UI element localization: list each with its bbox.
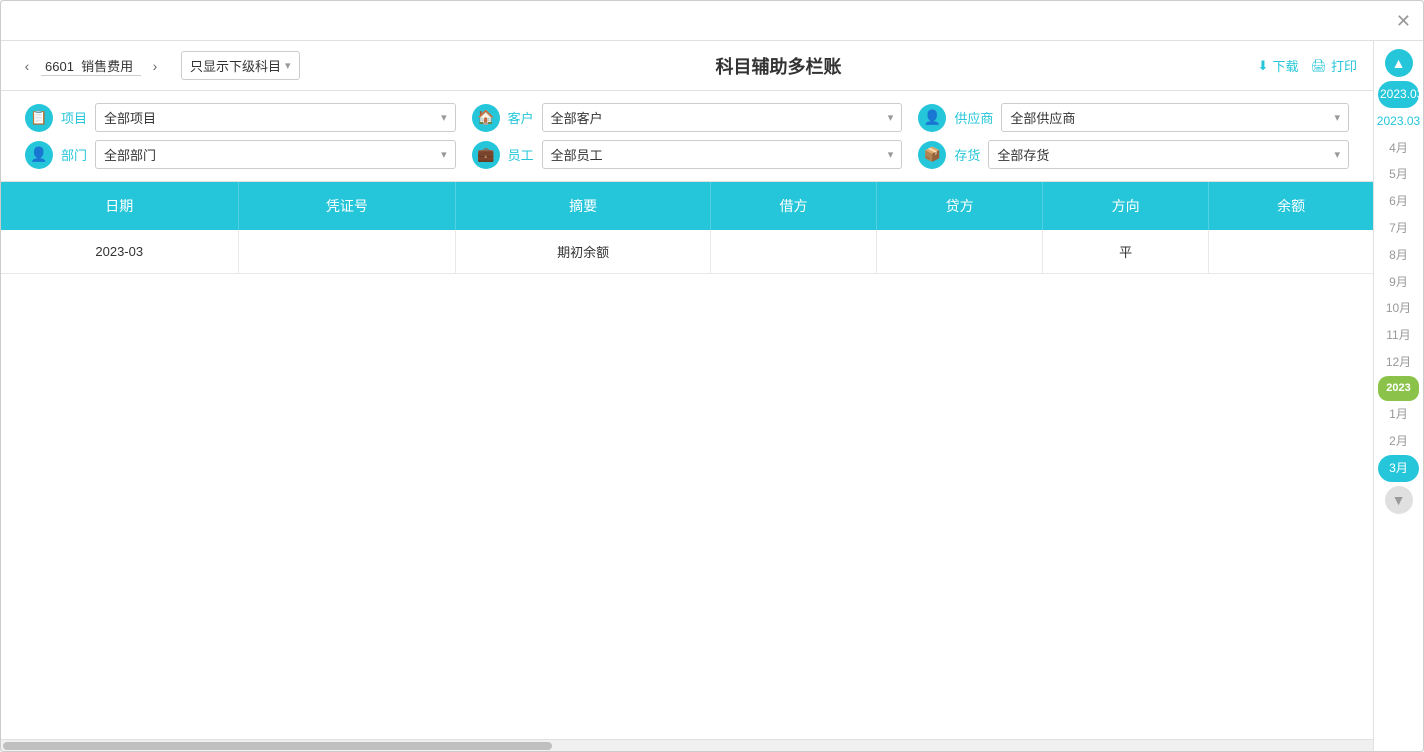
horizontal-scrollbar[interactable] [1,739,1373,751]
customer-value: 全部客户 [551,108,603,127]
employee-icon: 💼 [472,141,500,169]
download-label: 下载 [1272,56,1298,75]
filter-supplier: 👤 供应商 全部供应商 ▾ [910,99,1357,136]
sidebar-item-12[interactable]: 12月 [1374,349,1423,376]
sidebar-item-2023-03-sub[interactable]: 2023.03 [1374,108,1423,135]
sidebar-item-2023-03-top[interactable]: 2023.03 [1378,81,1419,108]
show-sublevel-label: 只显示下级科目 [190,56,281,75]
main-window: ✕ ‹ › 只显示下级科目 ▾ 科目辅助多栏账 ⬇ 下载 [0,0,1424,752]
chevron-down-icon: ▾ [888,111,894,124]
sidebar-item-year-2023[interactable]: 2023 [1378,376,1419,401]
download-icon: ⬇ [1258,58,1269,74]
sidebar-item-11[interactable]: 11月 [1374,322,1423,349]
right-sidebar: ▲ 2023.03 2023.03 4月 5月 6月 7月 8月 9月 10月 … [1373,41,1423,751]
nav-area: ‹ › [17,56,165,76]
print-icon: 🖨 [1310,58,1327,74]
download-button[interactable]: ⬇ 下载 [1258,56,1299,75]
sidebar-item-3-active[interactable]: 3月 [1378,455,1419,482]
chevron-down-icon: ▾ [441,111,447,124]
chevron-down-icon: ▾ [285,59,291,72]
filter-employee: 💼 员工 全部员工 ▾ [464,136,911,173]
col-date: 日期 [1,182,238,230]
col-debit: 借方 [710,182,876,230]
chevron-down-icon: ▾ [441,148,447,161]
sidebar-down-button[interactable]: ▼ [1385,486,1413,514]
print-label: 打印 [1331,56,1357,75]
chevron-down-icon: ▾ [1334,111,1340,124]
col-direction: 方向 [1043,182,1209,230]
filter-customer: 🏠 客户 全部客户 ▾ [464,99,911,136]
cell-direction: 平 [1043,230,1209,274]
inventory-icon: 📦 [918,141,946,169]
sidebar-item-10[interactable]: 10月 [1374,295,1423,322]
next-account-button[interactable]: › [145,56,165,76]
col-voucher: 凭证号 [238,182,456,230]
cell-balance [1209,230,1373,274]
customer-select[interactable]: 全部客户 ▾ [542,103,903,132]
department-value: 全部部门 [104,145,156,164]
ledger-table: 日期 凭证号 摘要 借方 贷方 方向 余额 2023-03 [1,182,1373,274]
prev-account-button[interactable]: ‹ [17,56,37,76]
employee-select[interactable]: 全部员工 ▾ [542,140,903,169]
department-select[interactable]: 全部部门 ▾ [95,140,456,169]
sidebar-item-8[interactable]: 8月 [1374,242,1423,269]
customer-icon: 🏠 [472,104,500,132]
cell-debit [710,230,876,274]
page-title: 科目辅助多栏账 [316,53,1242,79]
sidebar-item-1[interactable]: 1月 [1374,401,1423,428]
toolbar: ‹ › 只显示下级科目 ▾ 科目辅助多栏账 ⬇ 下载 🖨 打印 [1,41,1373,91]
filter-area: 📋 项目 全部项目 ▾ 🏠 客户 全部客户 ▾ 👤 [1,91,1373,182]
supplier-icon: 👤 [918,104,946,132]
sidebar-item-7[interactable]: 7月 [1374,215,1423,242]
employee-value: 全部员工 [551,145,603,164]
supplier-value: 全部供应商 [1010,108,1075,127]
filter-inventory: 📦 存货 全部存货 ▾ [910,136,1357,173]
project-select[interactable]: 全部项目 ▾ [95,103,456,132]
sidebar-item-4[interactable]: 4月 [1374,135,1423,162]
account-input[interactable] [41,56,141,76]
col-summary: 摘要 [456,182,711,230]
print-button[interactable]: 🖨 打印 [1310,56,1357,75]
project-icon: 📋 [25,104,53,132]
department-label: 部门 [61,145,87,164]
project-value: 全部项目 [104,108,156,127]
inventory-label: 存货 [954,145,980,164]
table-row: 2023-03 期初余额 平 [1,230,1373,274]
department-icon: 👤 [25,141,53,169]
show-sublevel-dropdown[interactable]: 只显示下级科目 ▾ [181,51,300,80]
sidebar-item-2[interactable]: 2月 [1374,428,1423,455]
employee-label: 员工 [508,145,534,164]
sidebar-up-button[interactable]: ▲ [1385,49,1413,77]
cell-credit [877,230,1043,274]
sidebar-item-9[interactable]: 9月 [1374,269,1423,296]
chevron-down-icon: ▾ [1334,148,1340,161]
chevron-down-icon: ▾ [888,148,894,161]
supplier-label: 供应商 [954,108,993,127]
main-content: ‹ › 只显示下级科目 ▾ 科目辅助多栏账 ⬇ 下载 🖨 打印 [1,41,1423,751]
sidebar-item-6[interactable]: 6月 [1374,188,1423,215]
cell-date: 2023-03 [1,230,238,274]
filter-department: 👤 部门 全部部门 ▾ [17,136,464,173]
col-balance: 余额 [1209,182,1373,230]
col-credit: 贷方 [877,182,1043,230]
filter-project: 📋 项目 全部项目 ▾ [17,99,464,136]
cell-summary: 期初余额 [456,230,711,274]
title-bar: ✕ [1,1,1423,41]
left-panel: ‹ › 只显示下级科目 ▾ 科目辅助多栏账 ⬇ 下载 🖨 打印 [1,41,1373,751]
supplier-select[interactable]: 全部供应商 ▾ [1001,103,1349,132]
action-buttons: ⬇ 下载 🖨 打印 [1258,56,1357,75]
project-label: 项目 [61,108,87,127]
scrollbar-thumb [3,742,552,750]
close-button[interactable]: ✕ [1396,12,1411,30]
inventory-value: 全部存货 [997,145,1049,164]
cell-voucher [238,230,456,274]
inventory-select[interactable]: 全部存货 ▾ [988,140,1349,169]
sidebar-item-5[interactable]: 5月 [1374,161,1423,188]
table-container: 日期 凭证号 摘要 借方 贷方 方向 余额 2023-03 [1,182,1373,739]
customer-label: 客户 [508,108,534,127]
